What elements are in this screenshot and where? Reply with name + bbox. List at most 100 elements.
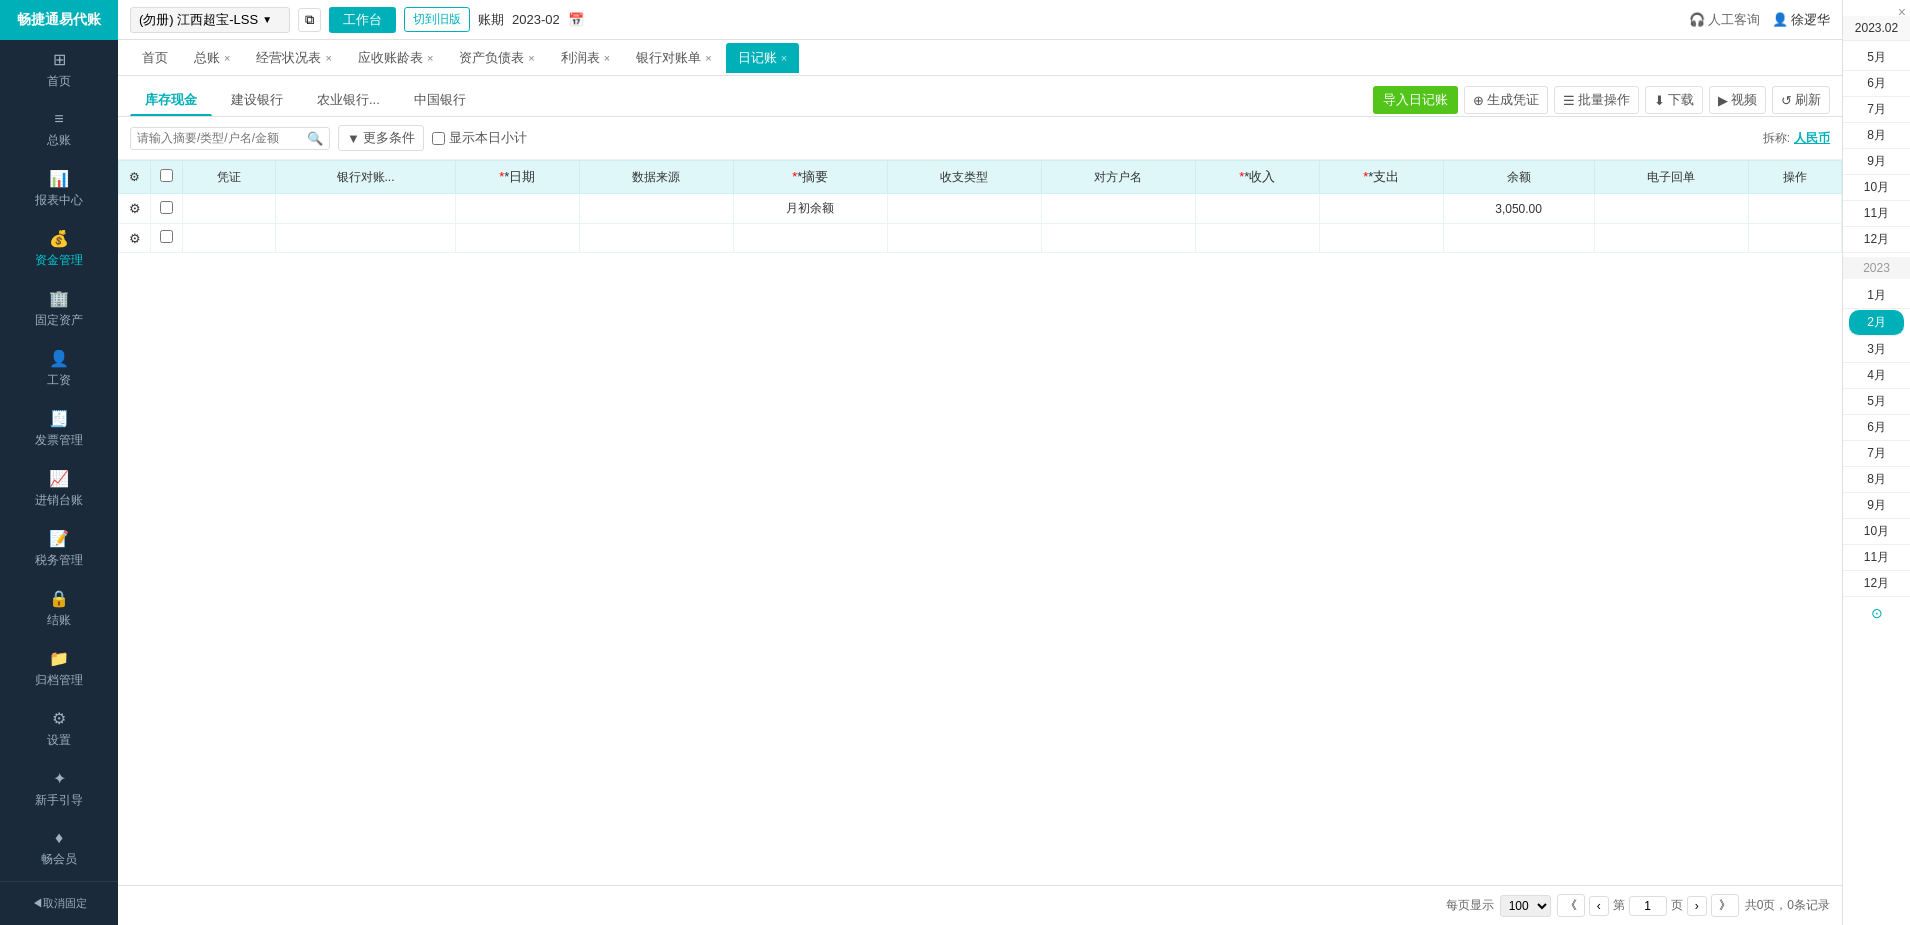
topbar: (勿册) 江西超宝-LSS ▼ ⧉ 工作台 切到旧版 账期 2023-02 📅 …: [118, 0, 1842, 40]
action-cell[interactable]: [1748, 224, 1842, 253]
sidebar-item-guide[interactable]: ✦ 新手引导: [0, 759, 118, 819]
tabs-bar: 首页 总账 × 经营状况表 × 应收账龄表 × 资产负债表 × 利润表 × 银行…: [118, 40, 1842, 76]
calendar-icon[interactable]: 📅: [568, 12, 584, 27]
rp-prev-month-item[interactable]: 6月: [1843, 71, 1910, 97]
download-button[interactable]: ⬇ 下载: [1645, 86, 1703, 114]
rp-month-item[interactable]: 10月: [1843, 519, 1910, 545]
bank-account-cell: [276, 194, 455, 224]
rp-prev-month-item[interactable]: 12月: [1843, 227, 1910, 253]
rp-month-item[interactable]: 6月: [1843, 415, 1910, 441]
tab-bank[interactable]: 银行对账单 ×: [624, 43, 723, 73]
tab-assets-close[interactable]: ×: [528, 52, 534, 64]
workbench-button[interactable]: 工作台: [329, 7, 396, 33]
sidebar-item-home[interactable]: ⊞ 首页: [0, 40, 118, 100]
batch-op-button[interactable]: ☰ 批量操作: [1554, 86, 1639, 114]
rp-prev-month-item[interactable]: 10月: [1843, 175, 1910, 201]
service-button[interactable]: 🎧 人工客询: [1689, 11, 1760, 29]
generate-voucher-button[interactable]: ⊕ 生成凭证: [1464, 86, 1548, 114]
currency-value[interactable]: 人民币: [1794, 130, 1830, 147]
rp-month-item[interactable]: 1月: [1843, 283, 1910, 309]
sidebar-item-invoice[interactable]: 🧾 发票管理: [0, 399, 118, 459]
sidebar-item-archive[interactable]: 📁 归档管理: [0, 639, 118, 699]
sidebar-item-salary[interactable]: 👤 工资: [0, 339, 118, 399]
e-statement-col-header: 电子回单: [1594, 161, 1748, 194]
rp-month-item[interactable]: 9月: [1843, 493, 1910, 519]
unfix-sidebar-button[interactable]: ◀取消固定: [0, 890, 118, 917]
sidebar-item-assets[interactable]: 🏢 固定资产: [0, 279, 118, 339]
rp-month-item[interactable]: 7月: [1843, 441, 1910, 467]
tab-receivable[interactable]: 应收账龄表 ×: [346, 43, 445, 73]
rp-month-item[interactable]: 2月: [1849, 310, 1904, 336]
sub-tab-ccb[interactable]: 建设银行: [216, 85, 298, 115]
checkbox-cell[interactable]: [151, 194, 183, 224]
tab-receivable-close[interactable]: ×: [427, 52, 433, 64]
rp-prev-month-item[interactable]: 11月: [1843, 201, 1910, 227]
page-size-select[interactable]: 100 20 50 200: [1500, 895, 1551, 917]
counterpart-cell: [1041, 194, 1195, 224]
total-records: 共0页，0条记录: [1745, 897, 1830, 914]
expense-col-header: **支出: [1319, 161, 1443, 194]
sidebar-item-settings[interactable]: ⚙ 设置: [0, 699, 118, 759]
tab-operation[interactable]: 经营状况表 ×: [244, 43, 343, 73]
settings-cell[interactable]: ⚙: [119, 224, 151, 253]
show-daily-checkbox[interactable]: 显示本日小计: [432, 129, 527, 147]
sub-tab-abc[interactable]: 农业银行...: [302, 85, 395, 115]
tab-profit[interactable]: 利润表 ×: [549, 43, 622, 73]
tab-daily-close[interactable]: ×: [781, 52, 787, 64]
select-all-checkbox[interactable]: [160, 169, 173, 182]
sub-tabs-bar: 库存现金 建设银行 农业银行... 中国银行 导入日记账 ⊕ 生成凭证 ☰: [118, 76, 1842, 117]
rp-month-item[interactable]: 3月: [1843, 337, 1910, 363]
prev-page-button[interactable]: ‹: [1589, 896, 1609, 916]
tab-ledger[interactable]: 总账 ×: [182, 43, 242, 73]
close-panel-button[interactable]: ×: [1898, 4, 1906, 20]
rp-month-item[interactable]: 12月: [1843, 571, 1910, 597]
action-cell[interactable]: [1748, 194, 1842, 224]
tab-assets[interactable]: 资产负债表 ×: [447, 43, 546, 73]
rp-prev-month-item[interactable]: 8月: [1843, 123, 1910, 149]
sidebar-item-funds[interactable]: 💰 资金管理: [0, 219, 118, 279]
sidebar-item-member[interactable]: ♦ 畅会员: [0, 819, 118, 878]
refresh-button[interactable]: ↺ 刷新: [1772, 86, 1830, 114]
tab-operation-close[interactable]: ×: [325, 52, 331, 64]
sidebar-item-close[interactable]: 🔒 结账: [0, 579, 118, 639]
page-number-input[interactable]: [1629, 896, 1667, 916]
rp-month-item[interactable]: 4月: [1843, 363, 1910, 389]
row-checkbox[interactable]: [160, 230, 173, 243]
last-page-button[interactable]: 》: [1711, 894, 1739, 917]
sidebar-item-reports[interactable]: 📊 报表中心: [0, 159, 118, 219]
sub-tab-boc[interactable]: 中国银行: [399, 85, 481, 115]
copy-button[interactable]: ⧉: [298, 8, 321, 32]
rp-prev-month-item[interactable]: 5月: [1843, 45, 1910, 71]
scroll-down-button[interactable]: ⊙: [1843, 601, 1910, 625]
search-input[interactable]: [137, 131, 307, 145]
first-page-button[interactable]: 《: [1557, 894, 1585, 917]
daily-checkbox-input[interactable]: [432, 132, 445, 145]
row-checkbox[interactable]: [160, 201, 173, 214]
sidebar-item-tax[interactable]: 📝 税务管理: [0, 519, 118, 579]
sidebar-item-ledger[interactable]: ≡ 总账: [0, 100, 118, 159]
checkbox-cell[interactable]: [151, 224, 183, 253]
tab-profit-close[interactable]: ×: [604, 52, 610, 64]
company-selector[interactable]: (勿册) 江西超宝-LSS ▼: [130, 7, 290, 33]
video-button[interactable]: ▶ 视频: [1709, 86, 1766, 114]
next-page-button[interactable]: ›: [1687, 896, 1707, 916]
tab-bank-close[interactable]: ×: [705, 52, 711, 64]
rp-month-item[interactable]: 5月: [1843, 389, 1910, 415]
search-box[interactable]: 🔍: [130, 127, 330, 150]
rp-prev-month-item[interactable]: 7月: [1843, 97, 1910, 123]
filter-button[interactable]: ▼ 更多条件: [338, 125, 424, 151]
sub-tab-cash[interactable]: 库存现金: [130, 85, 212, 116]
sidebar-item-sales[interactable]: 📈 进销台账: [0, 459, 118, 519]
back-button[interactable]: 切到旧版: [404, 7, 470, 32]
rp-month-item[interactable]: 11月: [1843, 545, 1910, 571]
import-button[interactable]: 导入日记账: [1373, 86, 1458, 114]
settings-cell[interactable]: ⚙: [119, 194, 151, 224]
tab-ledger-close[interactable]: ×: [224, 52, 230, 64]
tab-daily[interactable]: 日记账 ×: [726, 43, 799, 73]
tab-home[interactable]: 首页: [130, 43, 180, 73]
rp-month-item[interactable]: 8月: [1843, 467, 1910, 493]
rp-prev-month-item[interactable]: 9月: [1843, 149, 1910, 175]
settings-col-header[interactable]: ⚙: [119, 161, 151, 194]
archive-icon: 📁: [49, 649, 69, 668]
user-button[interactable]: 👤 徐逻华: [1772, 11, 1830, 29]
